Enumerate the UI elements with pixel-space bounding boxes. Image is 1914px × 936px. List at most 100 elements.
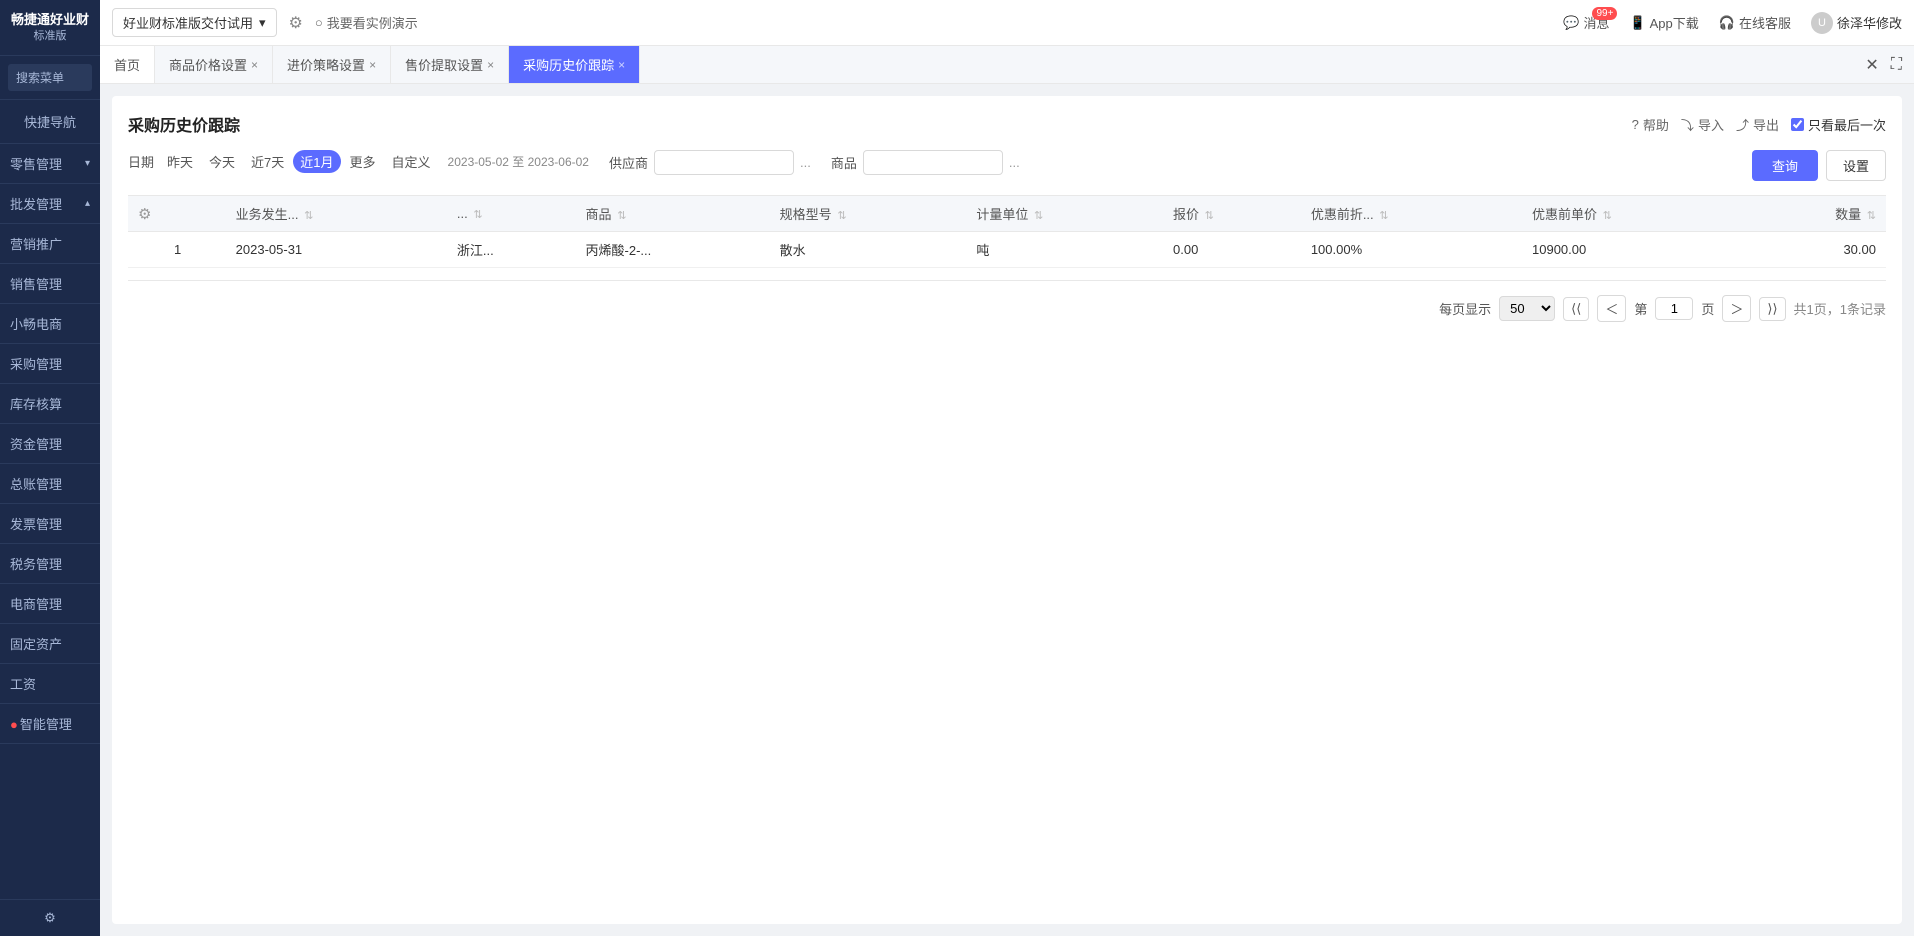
tab-purchase-strategy[interactable]: 进价策略设置 ×: [273, 46, 391, 84]
th-unit[interactable]: 计量单位 ⇅: [966, 196, 1163, 232]
th-biz-date-label: 业务发生...: [236, 207, 299, 222]
sidebar-item-label-marketing: 营销推广: [10, 234, 62, 253]
th-more-col-label: ...: [457, 206, 468, 221]
th-qty[interactable]: 数量 ⇅: [1748, 196, 1886, 232]
date-btn-yesterday[interactable]: 昨天: [160, 150, 200, 173]
date-btn-last1month[interactable]: 近1月: [293, 150, 340, 173]
pagination-last-button[interactable]: ⟩⟩: [1759, 297, 1785, 321]
query-button[interactable]: 查询: [1752, 150, 1818, 181]
search-menu-button[interactable]: 搜索菜单: [8, 64, 92, 91]
sort-arrows-more: ⇅: [473, 209, 482, 221]
help-button[interactable]: ? 帮助: [1632, 115, 1669, 134]
pagination-prev-button[interactable]: ＜: [1597, 295, 1626, 322]
pagination-first-button[interactable]: ⟨⟨: [1563, 297, 1589, 321]
sidebar-item-salary[interactable]: 工资: [0, 664, 100, 704]
tabs-expand-button[interactable]: ⛶: [1887, 54, 1906, 76]
sidebar-item-label-tax: 税务管理: [10, 554, 62, 573]
date-btn-custom[interactable]: 自定义: [385, 150, 438, 173]
demo-icon: ○: [315, 15, 323, 30]
th-quote[interactable]: 报价 ⇅: [1163, 196, 1301, 232]
quick-nav-button[interactable]: 快捷导航: [0, 106, 100, 137]
goods-input[interactable]: [863, 150, 1003, 175]
sidebar-item-label-finance: 资金管理: [10, 434, 62, 453]
tab-purchase-history-close[interactable]: ×: [618, 58, 625, 72]
user-name-label: 徐泽华修改: [1837, 13, 1902, 32]
th-more-col[interactable]: ... ⇅: [447, 196, 576, 232]
th-discount-pct[interactable]: 优惠前折... ⇅: [1301, 196, 1522, 232]
pagination-page-input[interactable]: [1655, 297, 1693, 320]
tab-goods-price-close[interactable]: ×: [251, 58, 258, 72]
page-header: 采购历史价跟踪 ? 帮助 ⤵ 导入 ⤴ 导出: [128, 112, 1886, 136]
td-gear: [128, 232, 164, 268]
topbar: 好业财标准版交付试用 ▾ ⚙ ○ 我要看实例演示 💬 消息 99+ 📱 App下…: [100, 0, 1914, 46]
date-options: 昨天 今天 近7天 近1月 更多 自定义: [160, 150, 438, 173]
filter-actions: 查询 设置: [1752, 150, 1886, 181]
date-btn-today[interactable]: 今天: [202, 150, 242, 173]
user-menu-button[interactable]: U 徐泽华修改: [1811, 12, 1902, 34]
table-gear-icon[interactable]: ⚙: [138, 206, 151, 223]
sidebar-item-ecommerce[interactable]: 电商管理: [0, 584, 100, 624]
tabs-close-button[interactable]: ✕: [1861, 53, 1882, 77]
settings-icon[interactable]: ⚙: [289, 13, 303, 33]
sidebar: 畅捷通好业财 标准版 搜索菜单 快捷导航 零售管理 ▾ 批发管理 ▴ 营销推广 …: [0, 0, 100, 936]
only-last-checkbox[interactable]: [1791, 118, 1804, 131]
sidebar-item-retail[interactable]: 零售管理 ▾: [0, 144, 100, 184]
date-btn-last7[interactable]: 近7天: [244, 150, 291, 173]
per-page-select[interactable]: 50 20 100: [1499, 296, 1555, 321]
sidebar-item-purchase[interactable]: 采购管理: [0, 344, 100, 384]
sort-arrows-biz-date: ⇅: [304, 210, 313, 222]
supplier-more-button[interactable]: ...: [800, 155, 811, 170]
th-unit-label: 计量单位: [976, 207, 1028, 222]
sidebar-item-invoice[interactable]: 发票管理: [0, 504, 100, 544]
th-pre-discount-price[interactable]: 优惠前单价 ⇅: [1522, 196, 1748, 232]
sidebar-item-wholesale[interactable]: 批发管理 ▴: [0, 184, 100, 224]
supplier-input[interactable]: [654, 150, 794, 175]
goods-label: 商品: [831, 153, 857, 172]
th-goods[interactable]: 商品 ⇅: [576, 196, 770, 232]
tab-purchase-strategy-close[interactable]: ×: [369, 58, 376, 72]
sidebar-item-finance[interactable]: 资金管理: [0, 424, 100, 464]
th-biz-date[interactable]: 业务发生... ⇅: [226, 196, 447, 232]
th-spec[interactable]: 规格型号 ⇅: [770, 196, 967, 232]
sidebar-item-label-ecommerce: 电商管理: [10, 594, 62, 613]
goods-more-button[interactable]: ...: [1009, 155, 1020, 170]
th-no: [164, 196, 226, 232]
td-qty: 30.00: [1748, 232, 1886, 268]
quick-nav-label: 快捷导航: [24, 112, 76, 131]
sidebar-item-inventory[interactable]: 库存核算: [0, 384, 100, 424]
sort-arrows-goods: ⇅: [617, 210, 626, 222]
table-row: 1 2023-05-31 浙江... 丙烯酸-2-... 散水 吨 0.00 1…: [128, 232, 1886, 268]
th-goods-label: 商品: [586, 207, 612, 222]
sidebar-item-marketing[interactable]: 营销推广: [0, 224, 100, 264]
sidebar-item-general-ledger[interactable]: 总账管理: [0, 464, 100, 504]
settings-button[interactable]: 设置: [1826, 150, 1886, 181]
online-service-button[interactable]: 🎧 在线客服: [1719, 13, 1791, 32]
pagination-next-button[interactable]: ＞: [1722, 295, 1751, 322]
logo-title: 畅捷通好业财: [11, 11, 89, 29]
tab-purchase-history[interactable]: 采购历史价跟踪 ×: [509, 46, 640, 84]
sidebar-item-smart[interactable]: ●智能管理: [0, 704, 100, 744]
per-page-label: 每页显示: [1439, 299, 1491, 318]
sidebar-item-sales[interactable]: 销售管理: [0, 264, 100, 304]
export-button[interactable]: ⤴ 导出: [1736, 115, 1779, 134]
sidebar-item-fixed-assets[interactable]: 固定资产: [0, 624, 100, 664]
tab-goods-price-label: 商品价格设置: [169, 55, 247, 74]
tab-goods-price[interactable]: 商品价格设置 ×: [155, 46, 273, 84]
tab-sale-price[interactable]: 售价提取设置 ×: [391, 46, 509, 84]
version-selector[interactable]: 好业财标准版交付试用 ▾: [112, 8, 277, 37]
demo-button[interactable]: ○ 我要看实例演示: [315, 13, 418, 32]
chevron-up-icon: ▴: [85, 198, 90, 209]
date-btn-more[interactable]: 更多: [343, 150, 383, 173]
tab-sale-price-close[interactable]: ×: [487, 58, 494, 72]
tab-home-label: 首页: [114, 55, 140, 74]
online-service-label: 在线客服: [1739, 13, 1791, 32]
sidebar-item-tax[interactable]: 税务管理: [0, 544, 100, 584]
import-button[interactable]: ⤵ 导入: [1681, 115, 1724, 134]
sidebar-item-label-general-ledger: 总账管理: [10, 474, 62, 493]
messages-button[interactable]: 💬 消息 99+: [1563, 13, 1609, 32]
app-download-button[interactable]: 📱 App下载: [1629, 13, 1698, 32]
sidebar-settings-button[interactable]: ⚙: [0, 899, 100, 936]
quick-nav-item[interactable]: 快捷导航: [0, 100, 100, 144]
tab-home[interactable]: 首页: [100, 46, 155, 84]
sidebar-item-ecommerce-small[interactable]: 小畅电商: [0, 304, 100, 344]
